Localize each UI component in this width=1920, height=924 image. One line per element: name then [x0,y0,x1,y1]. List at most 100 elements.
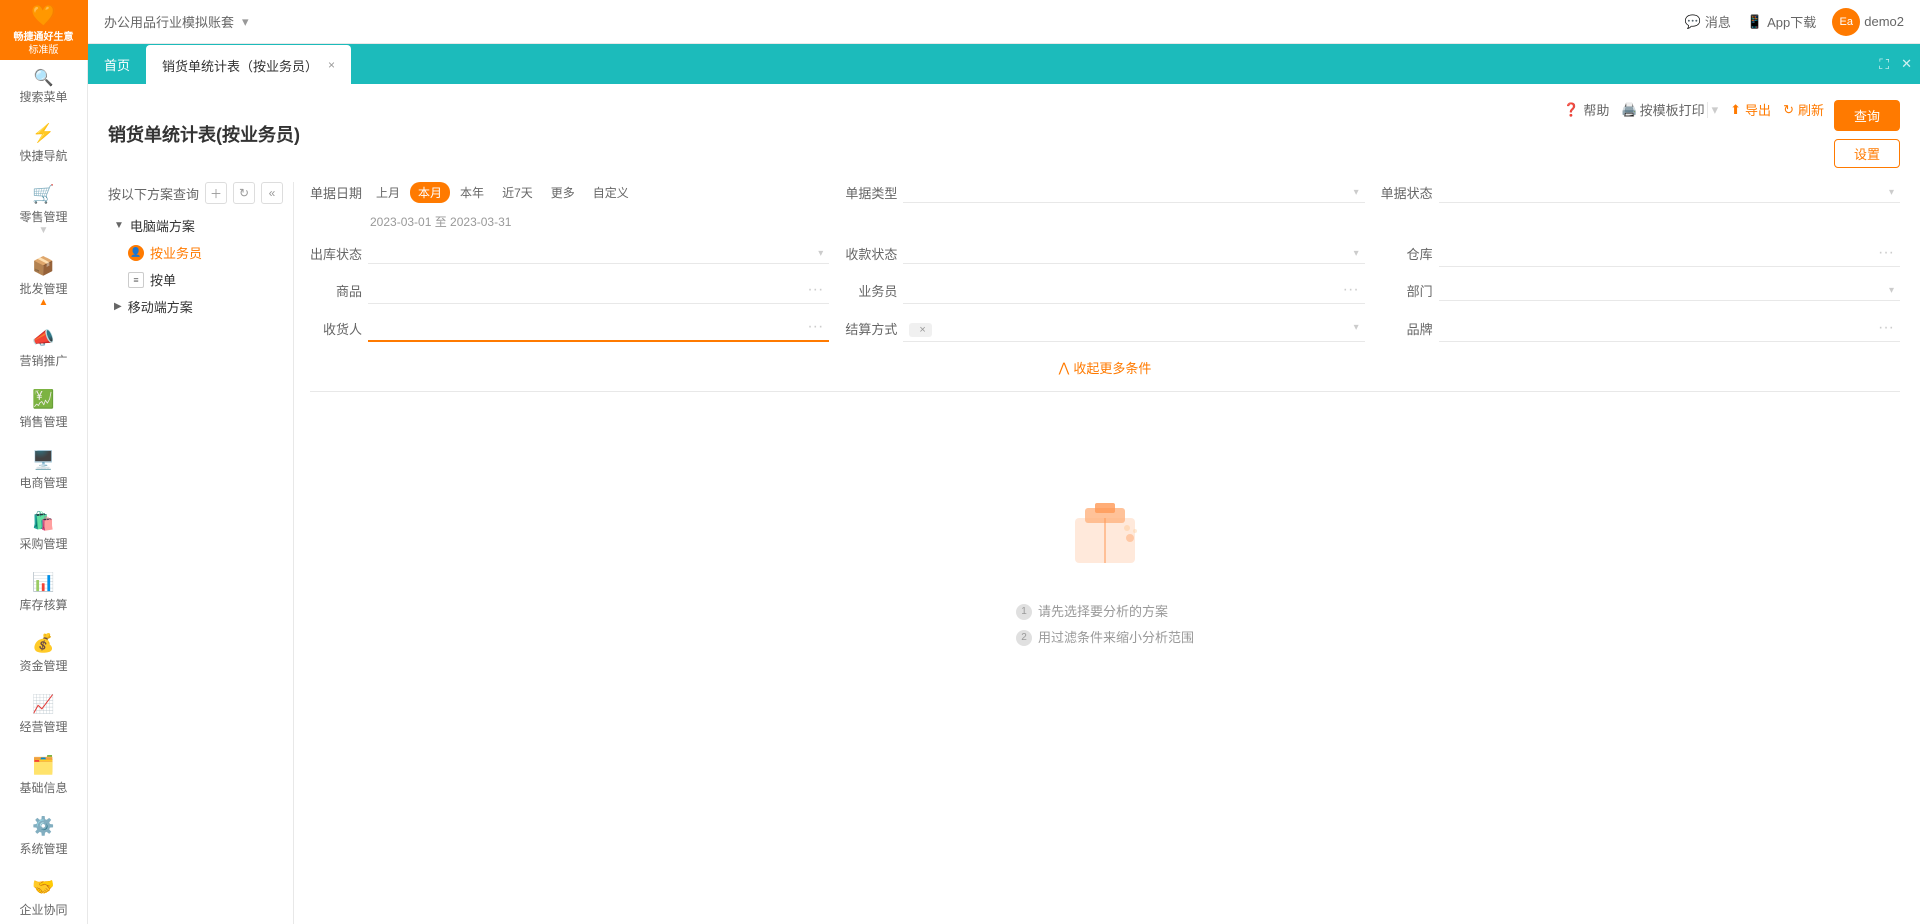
ecommerce-icon: 🖥️ [32,450,54,471]
print-btn[interactable]: 🖨️ 按模板打印 ▾ [1621,100,1718,119]
sidebar-item-purchase[interactable]: 🛍️ 采购管理 [0,501,87,562]
tab-sales-stat[interactable]: 销货单统计表（按业务员） × [146,45,351,85]
consignee-input[interactable]: ··· [368,314,829,342]
receivestatus-select[interactable]: ▾ [903,244,1364,264]
tree-leaf-bystaff[interactable]: 👤 按业务员 [108,239,285,266]
sidebar-item-cooperation[interactable]: 🤝 企业协同 [0,867,87,924]
filter-row-3: 商品 ··· 业务员 ··· [310,277,1900,304]
app-download-btn[interactable]: 📱 App下载 [1747,12,1816,31]
message-label: 消息 [1705,12,1731,31]
collapse-panel-btn[interactable]: « [261,182,283,204]
sidebar-item-inventory[interactable]: 📊 库存核算 [0,562,87,623]
page-title: 销货单统计表(按业务员) [108,121,300,147]
sidebar-item-ecommerce[interactable]: 🖥️ 电商管理 [0,440,87,501]
receivestatus-chevron: ▾ [1354,248,1359,259]
outstatus-label: 出库状态 [310,244,362,263]
date-range-text: 2023-03-01 至 2023-03-31 [370,213,511,230]
sales-icon: 💹 [32,389,54,410]
sidebar-item-marketing[interactable]: 📣 营销推广 [0,318,87,379]
doctype-select[interactable]: ▾ [903,183,1364,203]
dept-select[interactable]: ▾ [1439,281,1900,301]
docstatus-select[interactable]: ▾ [1439,183,1900,203]
sidebar-item-finance[interactable]: 💰 资金管理 [0,623,87,684]
tree-group-mobile[interactable]: ▶ 移动端方案 [108,293,285,320]
doctype-chevron: ▾ [1354,187,1359,198]
tab-close-window-btn[interactable]: ✕ [1901,56,1912,72]
outstatus-chevron: ▾ [818,248,823,259]
receivestatus-label: 收款状态 [845,244,897,263]
sidebar-item-retail[interactable]: 🛒 零售管理 ▼ [0,174,87,246]
wholesale-expand-icon: ▲ [39,297,49,308]
help-btn[interactable]: ❓ 帮助 [1563,100,1609,119]
export-btn[interactable]: ⬆ 导出 [1730,100,1771,119]
maximize-icon: ⛶ [1879,56,1889,72]
main-area: 办公用品行业模拟账套 ▾ 💬 消息 📱 App下载 Ea demo2 首页 [88,0,1920,924]
tip-row-2: 2 用过滤条件来缩小分析范围 [1016,625,1194,651]
date-btn-custom[interactable]: 自定义 [585,182,637,203]
user-avatar-btn[interactable]: Ea demo2 [1832,8,1904,36]
sidebar-item-search[interactable]: 🔍 搜索菜单 [0,60,87,113]
sidebar-item-finance-label: 资金管理 [19,657,67,674]
sidebar-nav: 🔍 搜索菜单 ⚡ 快捷导航 🛒 零售管理 ▼ 📦 批发管理 ▲ 📣 营销推广 💹… [0,60,87,924]
sidebar-item-retail-label: 零售管理 [19,208,67,225]
tree-leaf-byorder[interactable]: ≡ 按单 [108,266,285,293]
logo-line1: 畅捷通好生意 [14,31,74,44]
goods-label: 商品 [310,281,362,300]
sidebar: 🧡 畅捷通好生意 标准版 🔍 搜索菜单 ⚡ 快捷导航 🛒 零售管理 ▼ 📦 批发… [0,0,88,924]
sidebar-item-wholesale[interactable]: 📦 批发管理 ▲ [0,246,87,318]
settle-tag-close[interactable]: × [919,324,925,336]
tab-maximize-btn[interactable]: ⛶ [1879,56,1889,73]
filter-settle-field: 结算方式 × ▾ [845,314,1364,342]
staff-input[interactable]: ··· [903,277,1364,304]
sidebar-item-shortcut[interactable]: ⚡ 快捷导航 [0,113,87,174]
sidebar-item-sales[interactable]: 💹 销售管理 [0,379,87,440]
settle-tag: × [909,323,931,337]
date-btn-thisyear[interactable]: 本年 [452,182,492,203]
date-filter-bar: 上月 本月 本年 近7天 更多 自定义 [368,182,829,203]
date-btn-7days[interactable]: 近7天 [494,182,541,203]
dept-label: 部门 [1381,281,1433,300]
consignee-dots: ··· [807,318,823,336]
settings-button[interactable]: 设置 [1834,139,1900,168]
tab-sales-stat-label: 销货单统计表（按业务员） [162,56,318,75]
collapse-label: 收起更多条件 [1073,358,1151,377]
inventory-icon: 📊 [32,572,54,593]
message-btn[interactable]: 💬 消息 [1685,12,1731,31]
sidebar-item-inventory-label: 库存核算 [19,596,67,613]
filter-staff-field: 业务员 ··· [845,277,1364,304]
collapse-filter-btn[interactable]: ⋀ 收起更多条件 [310,352,1900,383]
date-btn-more[interactable]: 更多 [543,182,583,203]
sidebar-item-search-label: 搜索菜单 [19,88,67,105]
tab-close-icon[interactable]: × [328,58,335,72]
print-icon: 🖨️ [1621,102,1637,118]
query-button[interactable]: 查询 [1834,100,1900,131]
topbar-dropdown-icon[interactable]: ▾ [242,14,249,30]
tree-group-pc[interactable]: ▼ 电脑端方案 [108,212,285,239]
sidebar-item-basic-label: 基础信息 [19,779,67,796]
date-btn-thismonth[interactable]: 本月 [410,182,450,203]
sidebar-item-basic[interactable]: 🗂️ 基础信息 [0,745,87,806]
tabbar: 首页 销货单统计表（按业务员） × ⛶ ✕ [88,44,1920,84]
filter-date-field: 单据日期 上月 本月 本年 近7天 更多 自定义 [310,182,829,203]
tree-group-pc-label: 电脑端方案 [130,216,195,235]
refresh-btn[interactable]: ↻ 刷新 [1783,100,1824,119]
print-arrow-icon[interactable]: ▾ [1707,102,1719,118]
tab-home[interactable]: 首页 [88,44,146,84]
sidebar-item-system[interactable]: ⚙️ 系统管理 [0,806,87,867]
help-label: 帮助 [1583,100,1609,119]
settle-select[interactable]: × ▾ [903,314,1364,342]
date-label: 单据日期 [310,183,362,202]
goods-input[interactable]: ··· [368,277,829,304]
brand-input[interactable]: ··· [1439,315,1900,342]
basic-icon: 🗂️ [32,755,54,776]
outstatus-select[interactable]: ▾ [368,244,829,264]
warehouse-input[interactable]: ··· [1439,240,1900,267]
date-btn-lastmonth[interactable]: 上月 [368,182,408,203]
tree-group-mobile-label: 移动端方案 [128,297,193,316]
filter-consignee-field: 收货人 ··· [310,314,829,342]
export-icon: ⬆ [1730,102,1741,118]
sidebar-item-operations[interactable]: 📈 经营管理 [0,684,87,745]
refresh-scheme-btn[interactable]: ↻ [233,182,255,204]
message-icon: 💬 [1685,14,1701,30]
add-scheme-btn[interactable]: ＋ [205,182,227,204]
